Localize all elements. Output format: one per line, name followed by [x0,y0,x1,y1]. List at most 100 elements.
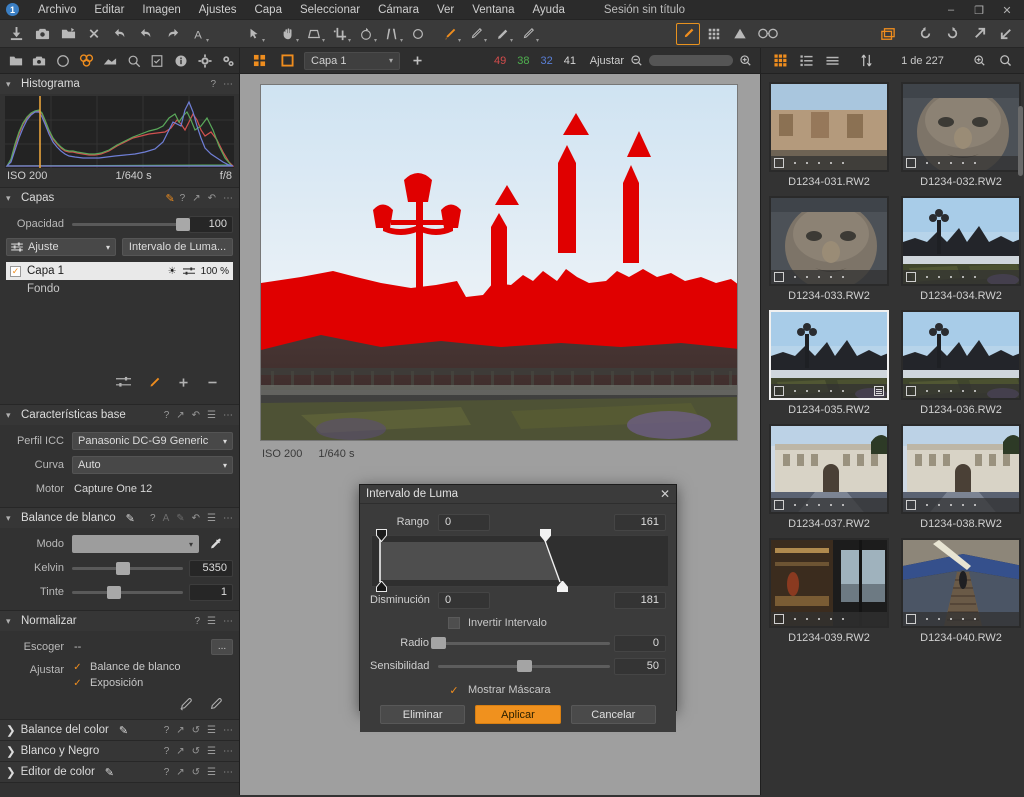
library-folder-icon[interactable] [5,51,27,71]
auto-adjust-a-icon[interactable]: A ▾ [186,23,210,45]
image-browser[interactable]: D1234-031.RW2 D1234-032.RW2 D1234-033.RW2 D… [760,74,1024,795]
tint-slider[interactable] [72,585,183,599]
pan-hand-icon[interactable]: ▾ [276,23,300,45]
layer-mask-sun-icon[interactable]: ☀ [168,266,177,277]
thumbnail[interactable] [901,538,1021,628]
crop-keystone-icon[interactable]: ▾ [302,23,326,45]
falloff-min-handle[interactable] [376,581,387,592]
redo-arrow-icon[interactable] [160,23,184,45]
menu-dots-icon[interactable]: ⋯ [223,746,233,757]
curve-select[interactable]: Auto ▾ [72,456,233,474]
normalize-apply-icon[interactable] [209,697,223,711]
erase-mask-icon[interactable]: ▾ [464,23,488,45]
menu-icon[interactable]: ☰ [207,410,216,421]
menu-icon[interactable]: ☰ [207,725,216,736]
tint-value[interactable]: 1 [189,583,233,601]
color-tag-icon[interactable] [774,158,784,168]
capture-icon[interactable] [30,23,54,45]
help-icon[interactable]: ? [164,725,170,736]
browser-scrollbar[interactable] [1018,106,1023,176]
thumbnail-cell[interactable]: D1234-038.RW2 [901,424,1021,530]
help-icon[interactable]: ? [164,767,170,778]
star-rating[interactable] [794,504,844,506]
star-rating[interactable] [794,390,844,392]
menu-dots-icon[interactable]: ⋯ [223,725,233,736]
reset-icon[interactable]: ↶ [192,410,200,421]
luma-range-graph[interactable] [371,529,668,592]
list-icon[interactable] [795,51,817,71]
add-layer-icon[interactable] [406,51,428,71]
thumbnail-cell[interactable]: D1234-032.RW2 [901,82,1021,188]
range-max-input[interactable]: 161 [614,513,666,531]
thumbnail-cell[interactable]: D1234-040.RW2 [901,538,1021,644]
exposure-icon[interactable] [99,51,121,71]
chevron-down-icon[interactable]: ▾ [6,410,16,421]
warning-icon[interactable] [728,23,752,45]
menu-dots-icon[interactable]: ⋯ [223,79,233,90]
sort-icon[interactable] [855,51,877,71]
help-icon[interactable]: ? [194,616,200,627]
pick-icon[interactable]: ✎ [176,513,184,524]
brush-icon[interactable]: ✎ [119,724,128,737]
expand-icon[interactable]: ↗ [192,193,200,204]
menu-icon[interactable]: ☰ [207,767,216,778]
filmstrip-icon[interactable] [821,51,843,71]
thumbnail-cell[interactable]: D1234-031.RW2 [769,82,889,188]
color-tag-icon[interactable] [774,386,784,396]
sensitivity-value[interactable]: 50 [614,657,666,675]
gradient-mask-icon[interactable]: ▾ [490,23,514,45]
proof-glasses-icon[interactable] [754,23,782,45]
thumbnail[interactable] [769,310,889,400]
star-rating[interactable] [926,162,976,164]
reset-icon[interactable]: ↶ [192,513,200,524]
metadata-info-icon[interactable] [170,51,192,71]
star-rating[interactable] [926,504,976,506]
thumbnail[interactable] [901,196,1021,286]
close-icon[interactable]: ✕ [660,487,670,501]
color-tag-icon[interactable] [906,386,916,396]
help-icon[interactable]: ? [164,410,170,421]
falloff-max-input[interactable]: 181 [614,591,666,609]
crop-icon[interactable]: ▾ [328,23,352,45]
thumbnail[interactable] [769,196,889,286]
adjustments-clipboard-icon[interactable] [147,51,169,71]
layer-visibility-checkbox[interactable]: ✓ [10,265,21,277]
chevron-right-icon[interactable]: ❯ [6,723,16,737]
star-rating[interactable] [926,276,976,278]
menu-dots-icon[interactable]: ⋯ [223,767,233,778]
expand-icon[interactable]: ↗ [176,410,184,421]
menu-item-editar[interactable]: Editar [85,2,133,18]
details-loupe-icon[interactable] [123,51,145,71]
menu-item-ventana[interactable]: Ventana [463,2,523,18]
thumbnail-cell[interactable]: D1234-036.RW2 [901,310,1021,416]
reset-icon[interactable]: ↺ [192,725,200,736]
thumbnail[interactable] [769,424,889,514]
close-icon[interactable]: ✕ [994,1,1020,19]
search-icon[interactable] [994,51,1016,71]
menu-icon[interactable]: ☰ [207,616,216,627]
layer-mode-select[interactable]: Ajuste ▾ [6,238,117,256]
lens-circle-icon[interactable] [52,51,74,71]
rotate-left-icon[interactable] [913,23,937,45]
layer-select[interactable]: Capa 1 ▾ [304,51,400,70]
normalize-header[interactable]: ▾ Normalizar ? ☰ ⋯ [0,611,239,631]
normalize-option[interactable]: ✓ Exposición [72,677,233,689]
thumbnail[interactable] [901,310,1021,400]
invert-range-row[interactable]: Invertir Intervalo [370,613,666,633]
import-arrow-icon[interactable] [994,23,1018,45]
browser-zoom-icon[interactable] [968,51,990,71]
pick-icon[interactable]: ↗ [176,767,184,778]
menu-item-seleccionar[interactable]: Seleccionar [291,2,369,18]
menu-dots-icon[interactable]: ⋯ [223,193,233,204]
color-tag-icon[interactable] [774,500,784,510]
batch-gears-icon[interactable] [217,51,239,71]
adjust-sliders-icon[interactable] [116,376,131,390]
color-tag-icon[interactable] [774,614,784,624]
menu-dots-icon[interactable]: ⋯ [223,513,233,524]
show-mask-checkmark-icon[interactable]: ✓ [448,684,460,697]
cancel-button[interactable]: Cancelar [570,705,656,724]
minimize-icon[interactable]: – [938,1,964,19]
falloff-min-input[interactable]: 0 [438,591,490,609]
luma-range-button[interactable]: Intervalo de Luma... [122,238,233,256]
single-view-icon[interactable] [276,51,298,71]
